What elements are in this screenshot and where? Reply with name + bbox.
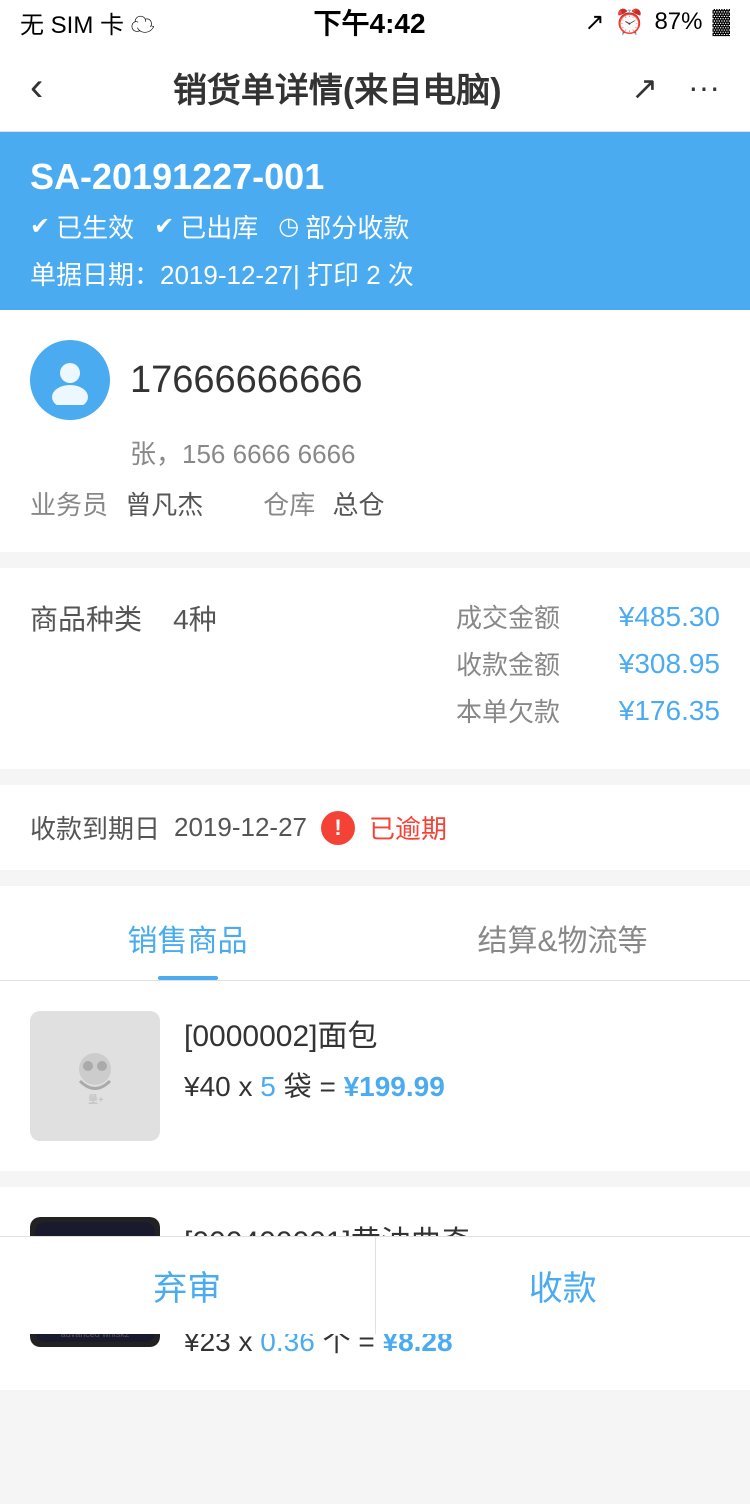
product-name-1: [0000002]面包 [184,1011,720,1055]
avatar [30,340,110,420]
warehouse-name: 总仓 [333,490,385,520]
stats-section: 商品种类 4种 成交金额 ¥485.30 收款金额 ¥308.95 本单欠款 ¥… [0,568,750,769]
tab-settlement[interactable]: 结算&物流等 [375,886,750,980]
banner-date: 单据日期：2019-12-27| 打印 2 次 [30,255,720,292]
overdue-icon: ! [321,811,355,845]
customer-row: 17666666666 [30,340,720,420]
tabs-container: 销售商品 结算&物流等 [0,886,750,981]
customer-section: 17666666666 张，156 6666 6666 业务员 曾凡杰 仓库 总… [0,310,750,552]
sales-name: 曾凡杰 [125,490,203,520]
product-type-value: 4种 [173,604,217,635]
product-card-1: 量+ [0000002]面包 ¥40 x 5 袋 = ¥199.99 [0,981,750,1171]
tabs-row: 销售商品 结算&物流等 [0,886,750,980]
back-button[interactable]: ‹ [30,65,43,110]
deal-amount-label: 成交金额 [456,598,560,635]
product-x-1: x [239,1071,261,1102]
product-type-info: 商品种类 4种 [30,598,217,638]
date-label: 单据日期： [30,260,160,290]
status-bar-right: ↗ ⏰ 87% ▓ [584,8,730,37]
sales-info: 业务员 曾凡杰 [30,485,203,522]
owed-row: 本单欠款 ¥176.35 [456,692,720,729]
sales-label: 业务员 [30,490,108,520]
received-row: 收款金额 ¥308.95 [456,645,720,682]
share-icon[interactable]: ↗ [631,69,658,107]
nav-actions: ↗ ··· [631,69,720,107]
more-icon[interactable]: ··· [688,69,720,106]
customer-phone: 17666666666 [130,359,362,402]
badge-shipped-label: 已出库 [180,208,258,245]
received-label: 收款金额 [456,645,560,682]
customer-meta: 业务员 曾凡杰 仓库 总仓 [30,485,720,522]
overdue-date: 2019-12-27 [174,812,307,843]
overdue-date-label: 收款到期日 [30,809,160,846]
battery-label: 87% [654,8,702,36]
product-eq-1: = [319,1071,343,1102]
status-bar-left: 无 SIM 卡 ☁ [20,5,155,40]
alarm-icon: ⏰ [615,8,645,37]
product-type-label: 商品种类 [30,604,142,635]
header-banner: SA-20191227-001 ✔ 已生效 ✔ 已出库 ◷ 部分收款 单据日期：… [0,132,750,310]
warehouse-label: 仓库 [263,490,315,520]
overdue-section: 收款到期日 2019-12-27 ! 已逾期 [0,785,750,870]
page-title: 销货单详情(来自电脑) [173,63,502,112]
badge-shipped: ✔ 已出库 [154,208,258,245]
product-price-val-1: ¥40 [184,1071,231,1102]
sim-label: 无 SIM 卡 ☁ [20,5,155,40]
product-image-1: 量+ [30,1011,160,1141]
customer-sub-info: 张，156 6666 6666 [30,434,720,471]
product-qty-1: 5 [260,1071,276,1102]
stats-row: 商品种类 4种 成交金额 ¥485.30 收款金额 ¥308.95 本单欠款 ¥… [30,598,720,739]
amount-info: 成交金额 ¥485.30 收款金额 ¥308.95 本单欠款 ¥176.35 [456,598,720,739]
product-unit-1: 袋 [284,1071,312,1102]
product-total-1: ¥199.99 [344,1071,445,1102]
cancel-button[interactable]: 弃审 [0,1237,375,1334]
tab-products[interactable]: 销售商品 [0,886,375,980]
warehouse-info: 仓库 总仓 [263,485,384,522]
date-value: 2019-12-27 [160,260,293,290]
svg-text:量+: 量+ [88,1094,104,1106]
badge-partial-label: 部分收款 [305,208,409,245]
deal-amount-value: ¥485.30 [580,601,720,633]
badge-activated-label: 已生效 [56,208,134,245]
badge-activated: ✔ 已生效 [30,208,134,245]
product-info-1: [0000002]面包 ¥40 x 5 袋 = ¥199.99 [184,1011,720,1105]
check-icon-2: ✔ [154,212,174,241]
check-icon-1: ✔ [30,212,50,241]
nav-bar: ‹ 销货单详情(来自电脑) ↗ ··· [0,44,750,132]
product-price-1: ¥40 x 5 袋 = ¥199.99 [184,1065,720,1105]
status-bar-time: 下午4:42 [314,2,426,42]
deal-amount-row: 成交金额 ¥485.30 [456,598,720,635]
location-icon: ↗ [584,8,604,37]
status-bar: 无 SIM 卡 ☁ 下午4:42 ↗ ⏰ 87% ▓ [0,0,750,44]
tab-settlement-label: 结算&物流等 [477,925,647,958]
owed-label: 本单欠款 [456,692,560,729]
owed-value: ¥176.35 [580,695,720,727]
bottom-bar: 弃审 收款 [0,1236,750,1334]
clock-icon: ◷ [278,212,299,241]
battery-icon: ▓ [712,8,730,36]
confirm-button[interactable]: 收款 [375,1237,750,1334]
badge-partial-payment: ◷ 部分收款 [278,208,409,245]
overdue-status: 已逾期 [369,809,447,846]
banner-badges: ✔ 已生效 ✔ 已出库 ◷ 部分收款 [30,208,720,245]
tab-products-label: 销售商品 [128,925,248,958]
order-id: SA-20191227-001 [30,156,720,198]
print-info: | 打印 2 次 [293,260,414,290]
received-value: ¥308.95 [580,648,720,680]
